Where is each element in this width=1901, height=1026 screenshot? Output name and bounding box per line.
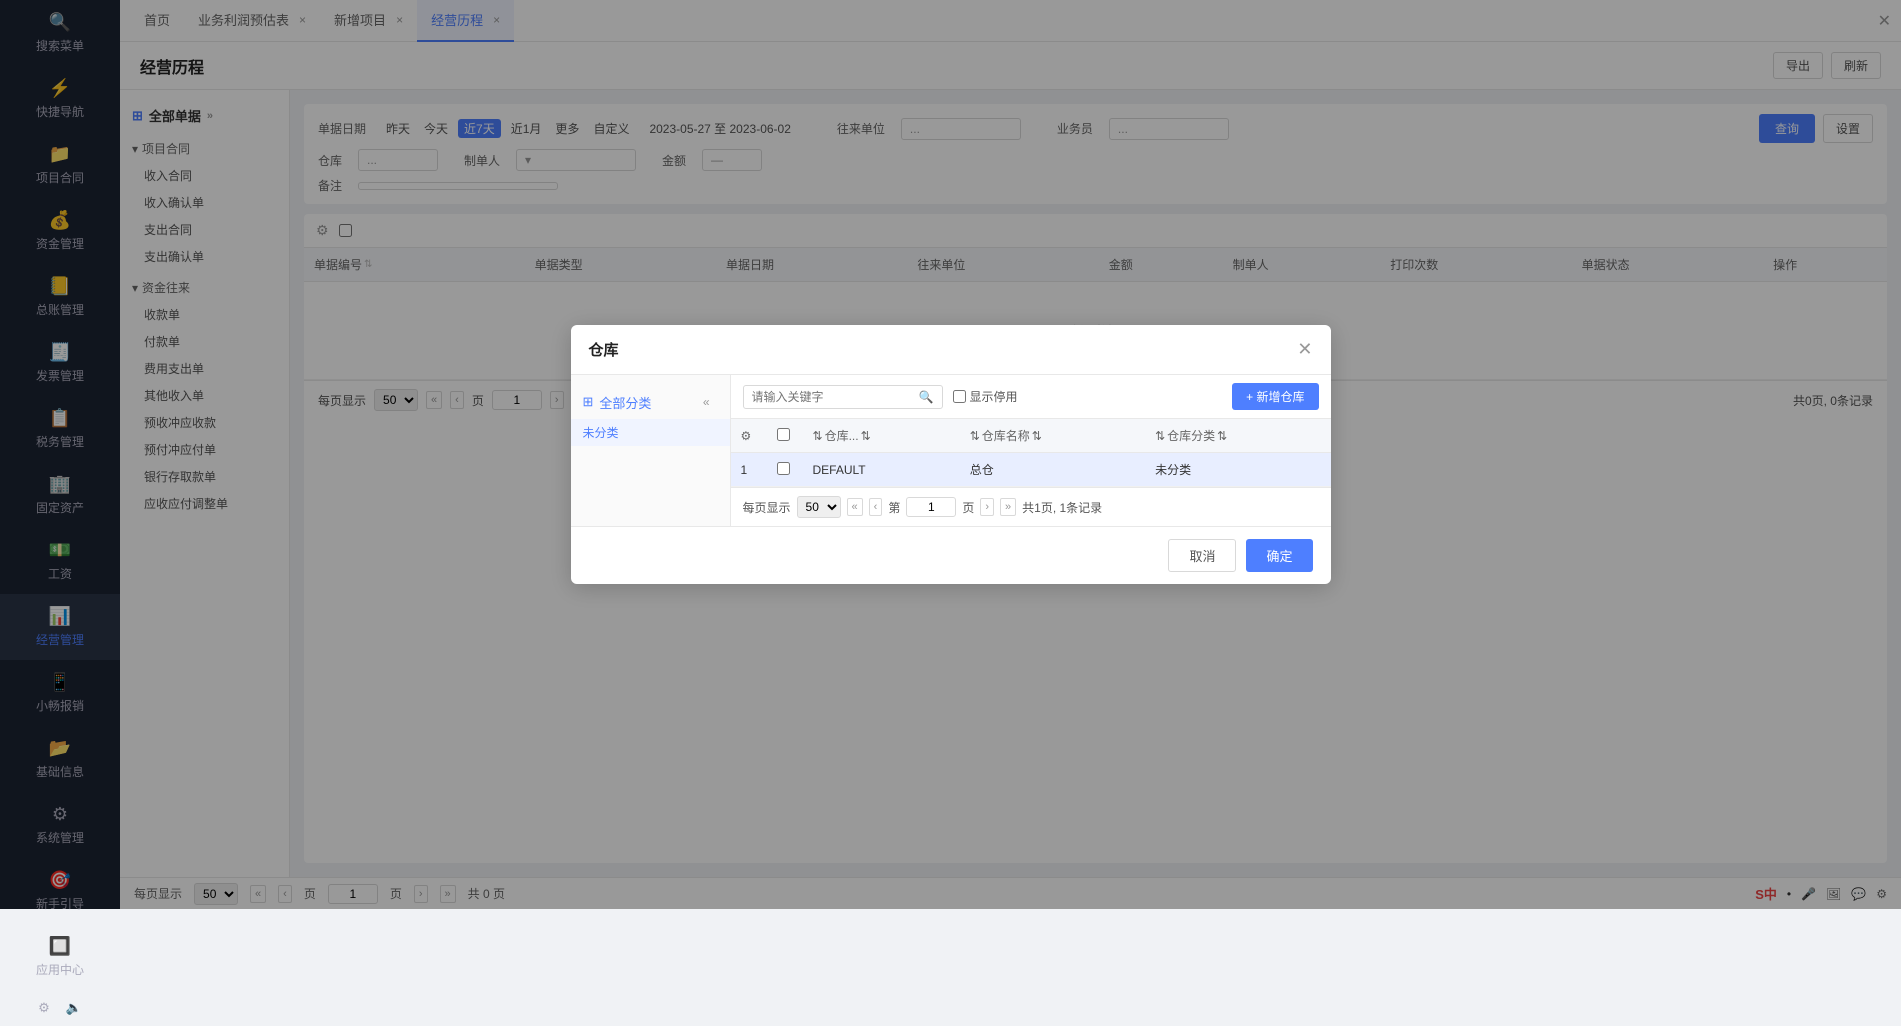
modal-page-suffix: 页 (962, 499, 974, 516)
grid-icon-modal: ⊞ (583, 394, 594, 410)
modal-row-checkbox[interactable] (777, 462, 790, 475)
modal-toolbar: 🔍 显示停用 + 新增仓库 (731, 375, 1331, 419)
modal-row-num: 1 (731, 453, 767, 487)
modal-page-input[interactable] (906, 497, 956, 517)
modal-all-categories-label: 全部分类 (599, 393, 651, 412)
modal-body: ⊞ 全部分类 « 未分类 🔍 (571, 375, 1331, 526)
modal-th-code: ⇅ 仓库... ⇅ (803, 419, 960, 453)
sidebar-sound-icon[interactable]: 🔈 (66, 1000, 82, 1016)
show-disabled-label[interactable]: 显示停用 (953, 388, 1018, 405)
modal-footer: 取消 确定 (571, 526, 1331, 584)
modal-category-unclassified[interactable]: 未分类 (571, 419, 730, 446)
modal-table-container: ⚙ ⇅ 仓库... ⇅ (731, 419, 1331, 487)
modal-close-button[interactable]: ✕ (1297, 339, 1312, 360)
sort-icon-code: ⇅ (813, 429, 823, 443)
show-disabled-checkbox[interactable] (953, 390, 966, 403)
sort-icon-name: ⇅ (970, 429, 980, 443)
modal-prev-btn[interactable]: ‹ (869, 498, 883, 516)
modal-first-btn[interactable]: « (847, 498, 863, 516)
sort-icon-code2: ⇅ (861, 429, 871, 443)
modal-per-page-select[interactable]: 50 (797, 496, 841, 518)
modal-pagination: 每页显示 50 « ‹ 第 页 › » 共1页, 1条记录 (731, 487, 1331, 526)
modal-th-category: ⇅ 仓库分类 ⇅ (1145, 419, 1330, 453)
modal-header: 仓库 ✕ (571, 325, 1331, 375)
modal-main: 🔍 显示停用 + 新增仓库 ⚙ (731, 375, 1331, 526)
modal-page-label: 第 (888, 499, 900, 516)
sort-icon-name2: ⇅ (1032, 429, 1042, 443)
cancel-button[interactable]: 取消 (1168, 539, 1236, 572)
modal-total-info: 共1页, 1条记录 (1022, 499, 1102, 516)
sidebar-item-appcenter[interactable]: 🔲 应用中心 (0, 924, 120, 990)
modal-table: ⚙ ⇅ 仓库... ⇅ (731, 419, 1331, 487)
modal-sidebar-collapse-btn[interactable]: « (695, 391, 718, 413)
modal-sidebar: ⊞ 全部分类 « 未分类 (571, 375, 731, 526)
show-disabled-text: 显示停用 (970, 388, 1018, 405)
sidebar-settings-icon[interactable]: ⚙ (38, 1000, 50, 1016)
sort-icon-cat: ⇅ (1155, 429, 1165, 443)
modal-search-icon: 🔍 (919, 390, 934, 404)
modal-row-check[interactable] (767, 453, 803, 487)
modal-th-name: ⇅ 仓库名称 ⇅ (960, 419, 1145, 453)
modal-overlay[interactable]: 仓库 ✕ ⊞ 全部分类 « 未分类 (0, 0, 1901, 909)
modal-row-name: 总仓 (960, 453, 1145, 487)
appcenter-icon: 🔲 (49, 936, 71, 957)
modal-search-input[interactable] (752, 390, 913, 404)
modal-row-code: DEFAULT (803, 453, 960, 487)
modal-next-btn[interactable]: › (980, 498, 994, 516)
add-warehouse-button[interactable]: + 新增仓库 (1232, 383, 1318, 410)
warehouse-modal: 仓库 ✕ ⊞ 全部分类 « 未分类 (571, 325, 1331, 584)
modal-th-check (767, 419, 803, 453)
confirm-button[interactable]: 确定 (1246, 539, 1312, 572)
modal-sidebar-header[interactable]: ⊞ 全部分类 « (571, 385, 730, 419)
modal-row-category: 未分类 (1145, 453, 1330, 487)
modal-last-btn[interactable]: » (1000, 498, 1016, 516)
modal-th-gear: ⚙ (731, 419, 767, 453)
modal-search-field[interactable]: 🔍 (743, 385, 943, 409)
sidebar-appcenter-label: 应用中心 (36, 961, 84, 978)
sort-icon-cat2: ⇅ (1217, 429, 1227, 443)
modal-per-page-label: 每页显示 (743, 499, 791, 516)
modal-table-row[interactable]: 1 DEFAULT 总仓 未分类 (731, 453, 1331, 487)
gear-col-icon: ⚙ (741, 429, 752, 443)
modal-select-all[interactable] (777, 428, 790, 441)
modal-title: 仓库 (589, 339, 619, 360)
